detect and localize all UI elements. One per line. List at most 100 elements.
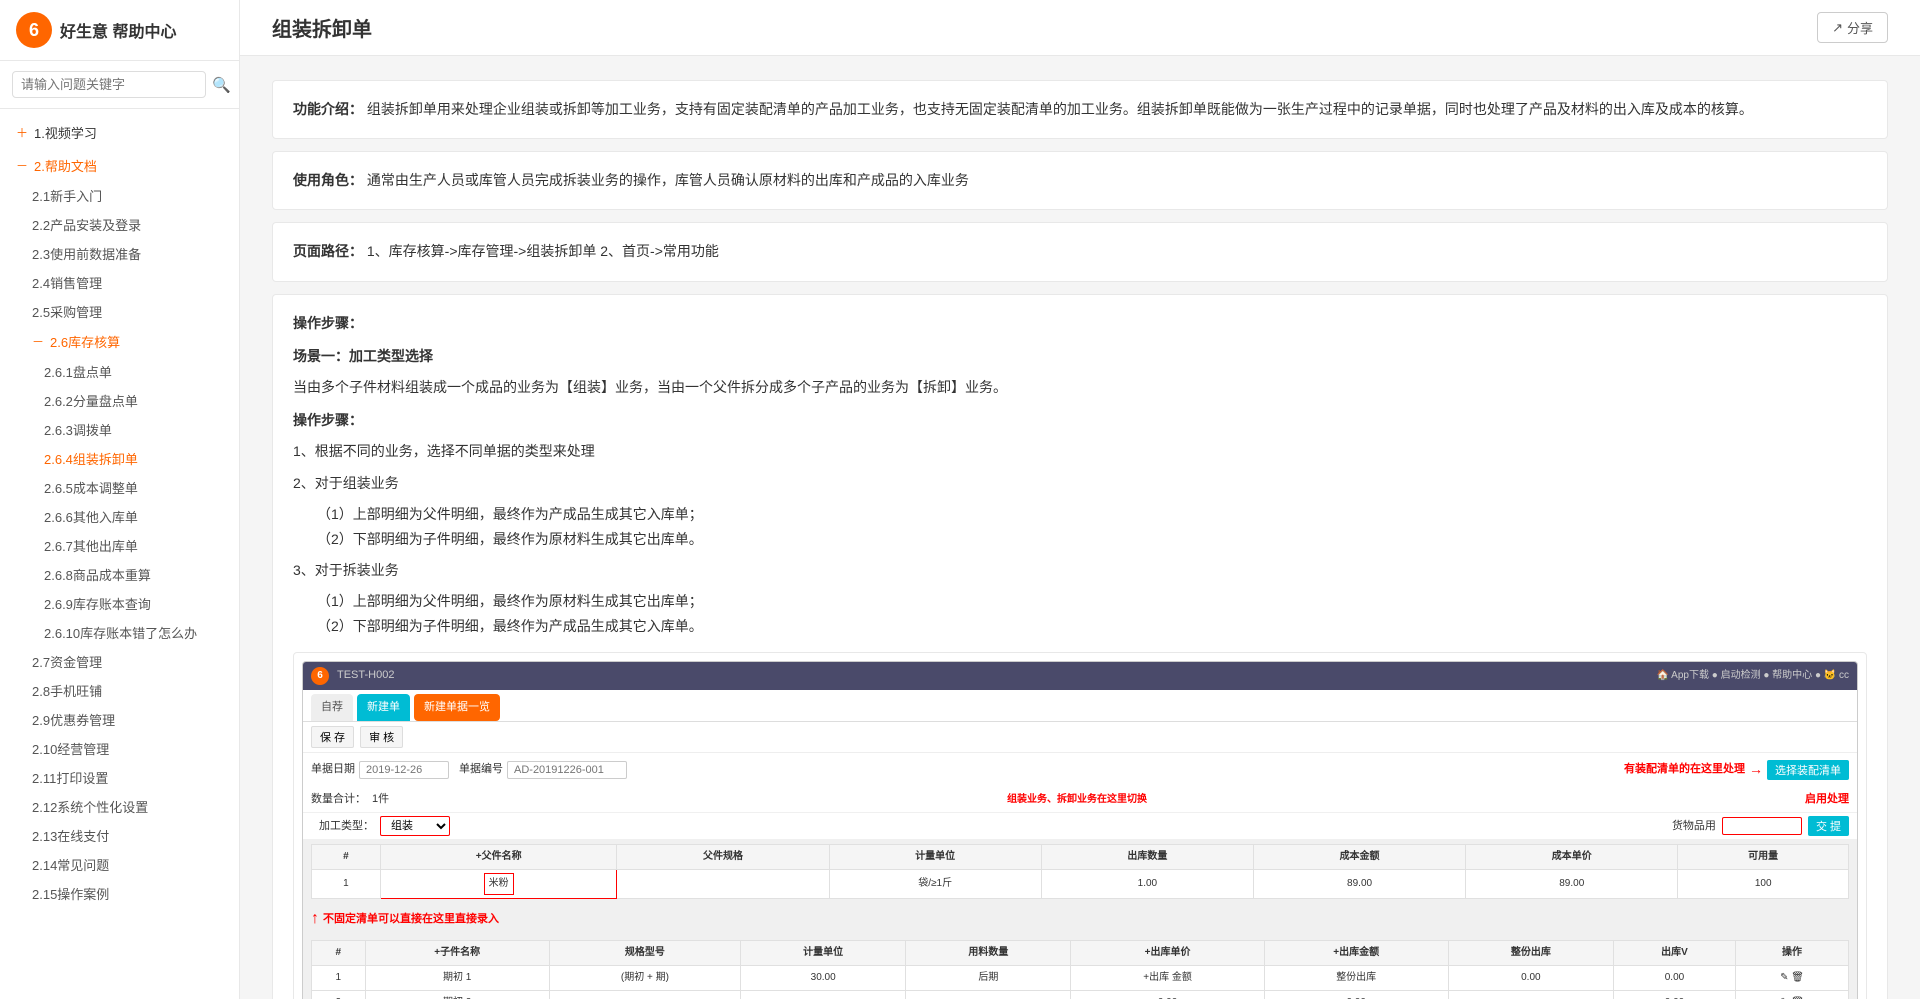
- sidebar-item-2-6-4[interactable]: 2.6.4组装拆卸单: [0, 444, 239, 473]
- sidebar-item-2-6-7[interactable]: 2.6.7其他出库单: [0, 531, 239, 560]
- col-seq: #: [312, 845, 381, 870]
- annotation3-text: 启用处理: [1805, 790, 1849, 810]
- annotation1-arrow: →: [1749, 757, 1763, 782]
- plus-icon: ＋: [16, 124, 28, 141]
- annotation1-group: 有装配清单的在这里处理 → 选择装配清单: [1624, 757, 1849, 782]
- sidebar-item-2-5[interactable]: 2.5采购管理: [0, 297, 239, 326]
- step2-2: （2）下部明细为子件明细，最终作为原材料生成其它出库单。: [317, 527, 1867, 552]
- sidebar-header: 6 好生意 帮助中心: [0, 0, 239, 61]
- step1: 1、根据不同的业务，选择不同单据的类型来处理: [293, 439, 1867, 464]
- table-row: 1 米粉 袋/≥1斤 1.00 89.00 89.00 100: [312, 870, 1849, 899]
- main-content: 功能介绍： 组装拆卸单用来处理企业组装或拆卸等加工业务，支持有固定装配清单的产品…: [240, 56, 1920, 999]
- mock-item-name[interactable]: 米粉: [380, 870, 617, 899]
- minus-icon: －: [16, 157, 28, 174]
- ops-label: 操作步骤：: [293, 311, 1867, 336]
- sidebar-item-2-8[interactable]: 2.8手机旺铺: [0, 676, 239, 705]
- sidebar: 6 好生意 帮助中心 🔍 ＋ 1.视频学习 － 2.帮助文档 2.1新手入门 2…: [0, 0, 240, 999]
- mock-toolbar: 保 存 审 核: [303, 722, 1857, 753]
- mock-choose-btn[interactable]: 选择装配清单: [1767, 760, 1849, 780]
- path-section: 页面路径： 1、库存核算->库存管理->组装拆卸单 2、首页->常用功能: [272, 222, 1888, 281]
- mock-date-field: 单据日期: [311, 760, 449, 780]
- search-box: 🔍: [0, 61, 239, 109]
- sidebar-item-2-13[interactable]: 2.13在线支付: [0, 821, 239, 850]
- mock-lower-table: # +子件名称 规格型号 计量单位 用料数量 +出库单价 +出库金额 整份出库 …: [311, 940, 1849, 999]
- main-header: 组装拆卸单 ↗ 分享: [240, 0, 1920, 56]
- step3-1: （1）上部明细为父件明细，最终作为原材料生成其它出库单；: [317, 589, 1867, 614]
- mock-new-tab[interactable]: 新建单据一览: [414, 694, 500, 722]
- mock-form-row: 单据日期 单据编号 有装配清单的在这里处理 → 选择装配清单: [303, 753, 1857, 786]
- sidebar-item-2-6-8[interactable]: 2.6.8商品成本重算: [0, 560, 239, 589]
- annotation4-group: ↑ 不固定清单可以直接在这里直接录入: [303, 903, 1857, 936]
- mock-type-select[interactable]: 组装 拆卸: [380, 816, 450, 836]
- sidebar-item-2-1[interactable]: 2.1新手入门: [0, 181, 239, 210]
- page-title: 组装拆卸单: [272, 13, 372, 42]
- sidebar-item-2-4[interactable]: 2.4销售管理: [0, 268, 239, 297]
- sidebar-item-2-6-3[interactable]: 2.6.3调拨单: [0, 415, 239, 444]
- role-text: 通常由生产人员或库管人员完成拆装业务的操作，库管人员确认原材料的出库和产成品的入…: [367, 172, 969, 188]
- mock-app: 6 TEST-H002 🏠 App下载 ● 启动检测 ● 帮助中心 ● 🐱 cc…: [302, 661, 1858, 999]
- sidebar-item-2-12[interactable]: 2.12系统个性化设置: [0, 792, 239, 821]
- sidebar-item-2-6-6[interactable]: 2.6.6其他入库单: [0, 502, 239, 531]
- mock-num-input[interactable]: [507, 761, 627, 779]
- sidebar-item-2-6-5[interactable]: 2.6.5成本调整单: [0, 473, 239, 502]
- path-label: 页面路径：: [293, 243, 363, 259]
- mock-num-label: 单据编号: [459, 760, 503, 780]
- scene1-label: 场景一：加工类型选择: [293, 344, 1867, 369]
- share-icon: ↗: [1832, 20, 1843, 36]
- path-text: 1、库存核算->库存管理->组装拆卸单 2、首页->常用功能: [367, 243, 719, 259]
- step2: 2、对于组装业务: [293, 471, 1867, 496]
- role-label: 使用角色：: [293, 172, 363, 188]
- annotation4-arrow: ↑: [311, 905, 319, 934]
- sidebar-item-2-2[interactable]: 2.2产品安装及登录: [0, 210, 239, 239]
- nav-tree: ＋ 1.视频学习 － 2.帮助文档 2.1新手入门 2.2产品安装及登录 2.3…: [0, 109, 239, 999]
- sidebar-item-2-6-1[interactable]: 2.6.1盘点单: [0, 357, 239, 386]
- step3: 3、对于拆装业务: [293, 558, 1867, 583]
- scene1-desc: 当由多个子件材料组装成一个成品的业务为【组装】业务，当由一个父件拆分成多个子产品…: [293, 375, 1867, 400]
- scene1-block: 场景一：加工类型选择 当由多个子件材料组装成一个成品的业务为【组装】业务，当由一…: [293, 344, 1867, 640]
- mock-type-val: 1件: [372, 790, 389, 810]
- mock-app-id: TEST-H002: [337, 666, 394, 686]
- mock-type-label: 数量合计：: [311, 790, 366, 810]
- col-price: 出库数量: [1041, 845, 1253, 870]
- mock-tab-1[interactable]: 自荐: [311, 694, 353, 722]
- sidebar-item-2-11[interactable]: 2.11打印设置: [0, 763, 239, 792]
- func-intro-section: 功能介绍： 组装拆卸单用来处理企业组装或拆卸等加工业务，支持有固定装配清单的产品…: [272, 80, 1888, 139]
- func-intro-text: 组装拆卸单用来处理企业组装或拆卸等加工业务，支持有固定装配清单的产品加工业务，也…: [367, 101, 1753, 117]
- search-input[interactable]: [12, 71, 206, 98]
- sidebar-item-2-15[interactable]: 2.15操作案例: [0, 879, 239, 908]
- mock-logo: 6: [311, 667, 329, 685]
- nav-section-1: ＋ 1.视频学习: [0, 117, 239, 148]
- sidebar-item-1[interactable]: ＋ 1.视频学习: [0, 117, 239, 148]
- sidebar-item-2-7[interactable]: 2.7资金管理: [0, 647, 239, 676]
- step3-2: （2）下部明细为子件明细，最终作为产成品生成其它入库单。: [317, 614, 1867, 639]
- sidebar-item-2-6-2[interactable]: 2.6.2分量盘点单: [0, 386, 239, 415]
- nav-section-2: － 2.帮助文档 2.1新手入门 2.2产品安装及登录 2.3使用前数据准备 2…: [0, 150, 239, 908]
- mock-save-btn[interactable]: 保 存: [311, 726, 354, 748]
- logo: 6: [16, 12, 52, 48]
- search-button[interactable]: 🔍: [212, 76, 231, 94]
- screenshot-container: 6 TEST-H002 🏠 App下载 ● 启动检测 ● 帮助中心 ● 🐱 cc…: [293, 652, 1867, 999]
- mock-upper-table: # +父件名称 父件规格 计量单位 出库数量 成本金额 成本单价 可用量: [311, 844, 1849, 899]
- sidebar-item-2-10[interactable]: 2.10经营管理: [0, 734, 239, 763]
- col-sku: 父件规格: [617, 845, 829, 870]
- mock-app-bar: 6 TEST-H002 🏠 App下载 ● 启动检测 ● 帮助中心 ● 🐱 cc: [303, 662, 1857, 690]
- sidebar-item-2-9[interactable]: 2.9优惠券管理: [0, 705, 239, 734]
- sidebar-item-2-6[interactable]: － 2.6库存核算: [0, 326, 239, 357]
- sidebar-item-2-3[interactable]: 2.3使用前数据准备: [0, 239, 239, 268]
- mock-audit-btn[interactable]: 审 核: [360, 726, 403, 748]
- col-cost: 成本单价: [1466, 845, 1678, 870]
- share-button[interactable]: ↗ 分享: [1817, 12, 1888, 43]
- sidebar-item-2-14[interactable]: 2.14常见问题: [0, 850, 239, 879]
- mock-date-input[interactable]: [359, 761, 449, 779]
- mock-tab-2[interactable]: 新建单: [357, 694, 410, 722]
- annotation2-group: 组装业务、拆卸业务在这里切换: [1007, 791, 1147, 809]
- sidebar-item-2-6-9[interactable]: 2.6.9库存账本查询: [0, 589, 239, 618]
- mock-confirm-btn[interactable]: 交 提: [1808, 816, 1849, 836]
- mock-goods-input[interactable]: [1722, 817, 1802, 835]
- table-row: 2 期初 2 0.00 0.00 0.00 ✎ 🗑: [312, 991, 1849, 999]
- mock-num-field: 单据编号: [459, 760, 627, 780]
- sidebar-item-2[interactable]: － 2.帮助文档: [0, 150, 239, 181]
- minus-icon-2: －: [32, 333, 44, 350]
- annotation1-text: 有装配清单的在这里处理: [1624, 760, 1745, 780]
- sidebar-item-2-6-10[interactable]: 2.6.10库存账本错了怎么办: [0, 618, 239, 647]
